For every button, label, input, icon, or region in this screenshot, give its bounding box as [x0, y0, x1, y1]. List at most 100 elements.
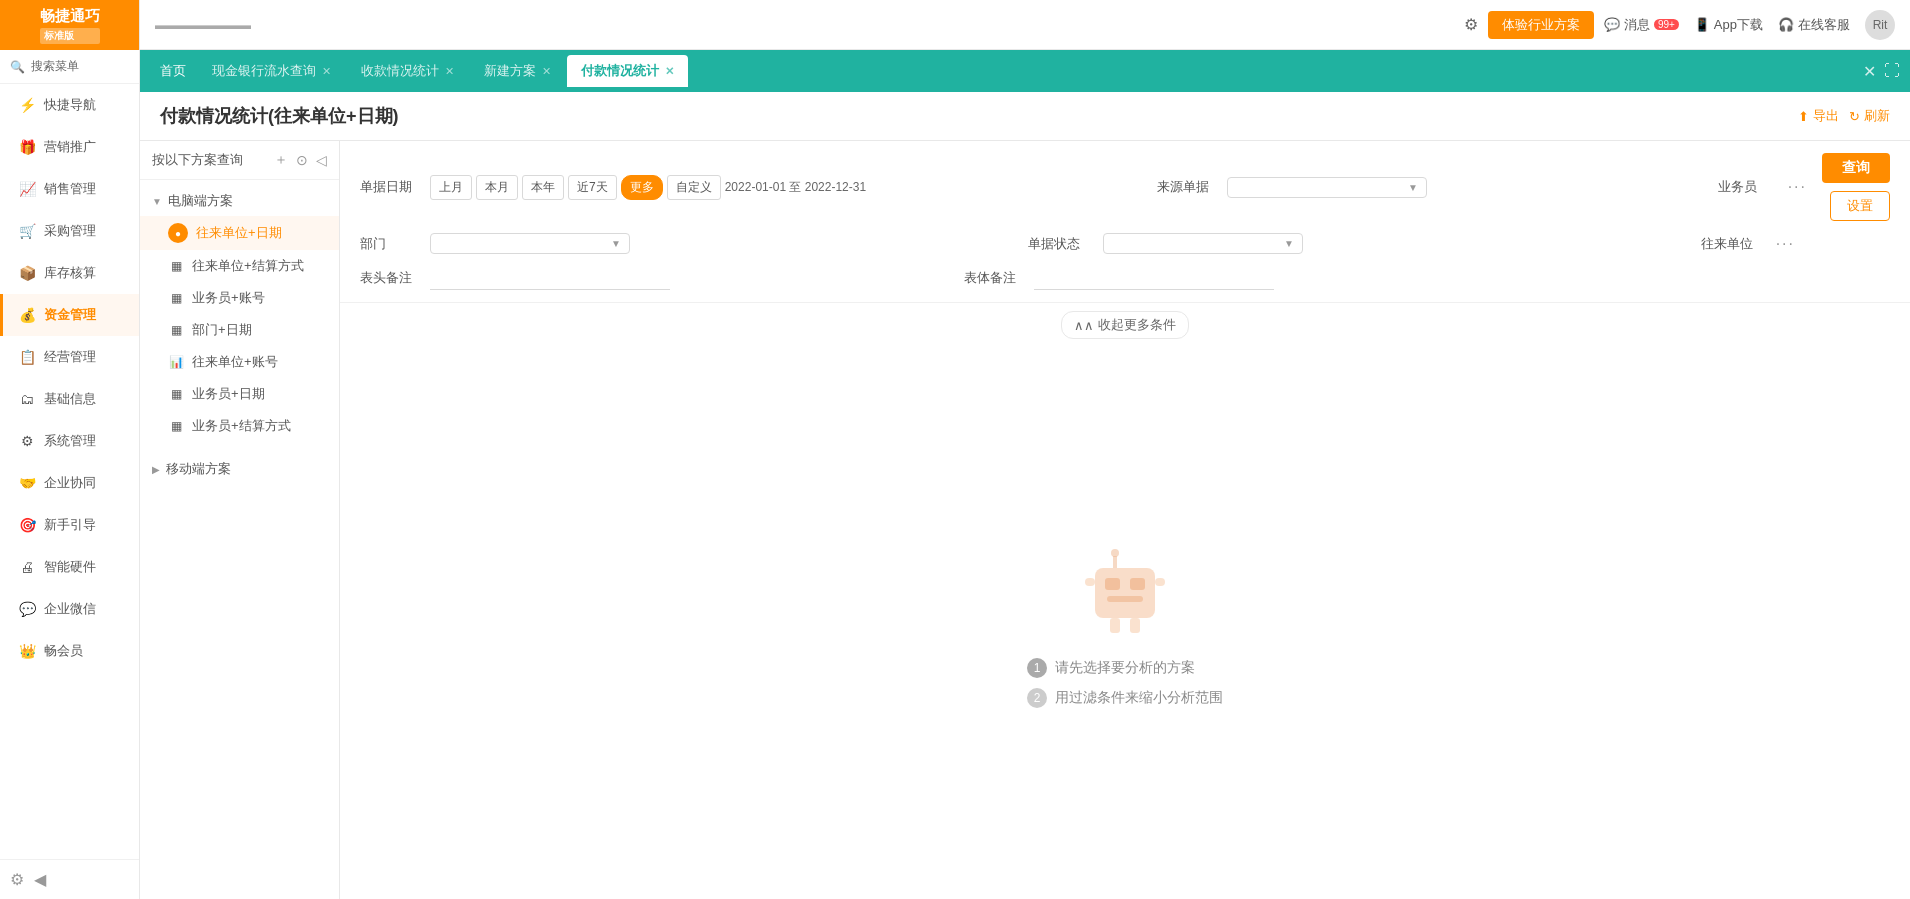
tab-bank[interactable]: 现金银行流水查询 ✕ — [198, 55, 345, 87]
scheme-icon: ▦ — [168, 322, 184, 338]
sidebar-item-label: 采购管理 — [44, 222, 96, 240]
filter-area: 单据日期 上月 本月 本年 近7天 更多 自定义 2022-01-01 至 20… — [340, 141, 1910, 302]
sidebar-item-purchase[interactable]: 🛒 采购管理 — [0, 210, 139, 252]
tab-new-scheme-close[interactable]: ✕ — [542, 65, 551, 78]
panel-collapse-icon[interactable]: ◁ — [316, 152, 327, 168]
sidebar-item-guide[interactable]: 🎯 新手引导 — [0, 504, 139, 546]
scheme-staff-settle[interactable]: ▦ 业务员+结算方式 — [140, 410, 339, 442]
sidebar-item-enterprise[interactable]: 🤝 企业协同 — [0, 462, 139, 504]
left-panel: 按以下方案查询 ＋ ⊙ ◁ ▼ 电脑端方案 ● 往来单位+日期 — [140, 141, 340, 899]
industry-btn[interactable]: 体验行业方案 — [1488, 11, 1594, 39]
system-icon: ⚙ — [18, 432, 36, 450]
tab-close-all-icon[interactable]: ✕ — [1863, 62, 1876, 81]
sidebar-item-capital[interactable]: 💰 资金管理 — [0, 294, 139, 336]
svg-point-9 — [1111, 549, 1119, 557]
svg-rect-7 — [1130, 618, 1140, 633]
scheme-dept-date[interactable]: ▦ 部门+日期 — [140, 314, 339, 346]
date-this-year-btn[interactable]: 本年 — [522, 175, 564, 200]
scheme-staff-account[interactable]: ▦ 业务员+账号 — [140, 282, 339, 314]
tip-num-2: 2 — [1027, 688, 1047, 708]
staff-dots-btn[interactable]: ··· — [1788, 178, 1807, 196]
scheme-party-account[interactable]: 📊 往来单位+账号 — [140, 346, 339, 378]
scheme-party-settle[interactable]: ▦ 往来单位+结算方式 — [140, 250, 339, 282]
settings-footer-icon[interactable]: ⚙ — [10, 870, 24, 889]
add-scheme-icon[interactable]: ＋ — [274, 151, 288, 169]
sidebar-item-marketing[interactable]: 🎁 营销推广 — [0, 126, 139, 168]
desktop-group-header[interactable]: ▼ 电脑端方案 — [140, 186, 339, 216]
enterprise-icon: 🤝 — [18, 474, 36, 492]
doc-status-select[interactable]: ▼ — [1103, 233, 1303, 254]
mobile-scheme-group: ▶ 移动端方案 — [140, 448, 339, 490]
message-action[interactable]: 💬 消息 99+ — [1604, 16, 1679, 34]
sidebar-item-label: 基础信息 — [44, 390, 96, 408]
tab-receipt-close[interactable]: ✕ — [445, 65, 454, 78]
tab-bar-right: ✕ ⛶ — [1863, 62, 1900, 81]
empty-illustration — [1065, 538, 1185, 638]
sidebar-item-operation[interactable]: 📋 经营管理 — [0, 336, 139, 378]
sidebar-item-hardware[interactable]: 🖨 智能硬件 — [0, 546, 139, 588]
tab-payment-label: 付款情况统计 — [581, 62, 659, 80]
sidebar-item-label: 智能硬件 — [44, 558, 96, 576]
sidebar-item-quick-nav[interactable]: ⚡ 快捷导航 — [0, 84, 139, 126]
collapse-sidebar-icon[interactable]: ◀ — [34, 870, 46, 889]
date-this-month-btn[interactable]: 本月 — [476, 175, 518, 200]
mobile-group-header[interactable]: ▶ 移动端方案 — [140, 454, 339, 484]
date-7days-btn[interactable]: 近7天 — [568, 175, 617, 200]
date-custom-btn[interactable]: 自定义 — [667, 175, 721, 200]
sidebar-search-item[interactable]: 🔍 搜索菜单 — [0, 50, 139, 84]
query-button[interactable]: 查询 — [1822, 153, 1890, 183]
table-header-remark-input[interactable] — [430, 266, 670, 290]
desktop-arrow-icon: ▼ — [152, 196, 162, 207]
sidebar-item-wechat[interactable]: 💬 企业微信 — [0, 588, 139, 630]
date-more-btn[interactable]: 更多 — [621, 175, 663, 200]
tab-payment-close[interactable]: ✕ — [665, 65, 674, 78]
tab-payment[interactable]: 付款情况统计 ✕ — [567, 55, 688, 87]
scheme-settings-icon[interactable]: ⊙ — [296, 152, 308, 168]
header-actions: 💬 消息 99+ 📱 App下载 🎧 在线客服 Rit — [1604, 10, 1895, 40]
sidebar-item-label: 资金管理 — [44, 306, 96, 324]
export-btn[interactable]: ⬆ 导出 — [1798, 107, 1839, 125]
page-header: 付款情况统计(往来单位+日期) ⬆ 导出 ↻ 刷新 — [140, 92, 1910, 141]
date-last-month-btn[interactable]: 上月 — [430, 175, 472, 200]
service-action[interactable]: 🎧 在线客服 — [1778, 16, 1850, 34]
sidebar-item-system[interactable]: ⚙ 系统管理 — [0, 420, 139, 462]
gear-icon[interactable]: ⚙ — [1464, 15, 1478, 34]
tab-bar: 首页 现金银行流水查询 ✕ 收款情况统计 ✕ 新建方案 ✕ 付款情况统计 ✕ ✕… — [140, 50, 1910, 92]
sidebar: 畅捷通巧 标准版 🔍 搜索菜单 ⚡ 快捷导航 🎁 营销推广 📈 销售管理 🛒 采… — [0, 0, 140, 899]
collapse-label: 收起更多条件 — [1098, 316, 1176, 334]
tab-new-scheme[interactable]: 新建方案 ✕ — [470, 55, 565, 87]
dept-select[interactable]: ▼ — [430, 233, 630, 254]
tab-receipt[interactable]: 收款情况统计 ✕ — [347, 55, 468, 87]
sidebar-item-basic[interactable]: 🗂 基础信息 — [0, 378, 139, 420]
scheme-dept-date-label: 部门+日期 — [192, 321, 252, 339]
sidebar-item-sales[interactable]: 📈 销售管理 — [0, 168, 139, 210]
avatar[interactable]: Rit — [1865, 10, 1895, 40]
sidebar-item-member[interactable]: 👑 畅会员 — [0, 630, 139, 672]
empty-tips: 1 请先选择要分析的方案 2 用过滤条件来缩小分析范围 — [1027, 658, 1223, 708]
svg-rect-8 — [1113, 556, 1117, 568]
scheme-staff-date[interactable]: ▦ 业务员+日期 — [140, 378, 339, 410]
settings-button[interactable]: 设置 — [1830, 191, 1890, 221]
collapse-btn[interactable]: ∧∧ 收起更多条件 — [1061, 311, 1189, 339]
source-select[interactable]: ▼ — [1227, 177, 1427, 198]
sales-icon: 📈 — [18, 180, 36, 198]
sidebar-item-label: 新手引导 — [44, 516, 96, 534]
export-icon: ⬆ — [1798, 109, 1809, 124]
chart-scheme-icon: 📊 — [168, 354, 184, 370]
app-download-action[interactable]: 📱 App下载 — [1694, 16, 1763, 34]
tab-bank-close[interactable]: ✕ — [322, 65, 331, 78]
sidebar-item-inventory[interactable]: 📦 库存核算 — [0, 252, 139, 294]
desktop-group-label: 电脑端方案 — [168, 192, 233, 210]
scheme-party-date[interactable]: ● 往来单位+日期 — [140, 216, 339, 250]
refresh-btn[interactable]: ↻ 刷新 — [1849, 107, 1890, 125]
content: 付款情况统计(往来单位+日期) ⬆ 导出 ↻ 刷新 按以下方案查询 ＋ — [140, 92, 1910, 899]
table-body-remark-input[interactable] — [1034, 266, 1274, 290]
doc-status-dropdown-icon: ▼ — [1284, 238, 1294, 249]
tab-expand-icon[interactable]: ⛶ — [1884, 62, 1900, 81]
svg-rect-3 — [1107, 596, 1143, 602]
tab-home[interactable]: 首页 — [150, 62, 196, 80]
scheme-icon: ▦ — [168, 418, 184, 434]
avatar-text: Rit — [1873, 18, 1888, 32]
svg-rect-6 — [1110, 618, 1120, 633]
party-dots-btn[interactable]: ··· — [1776, 235, 1795, 253]
